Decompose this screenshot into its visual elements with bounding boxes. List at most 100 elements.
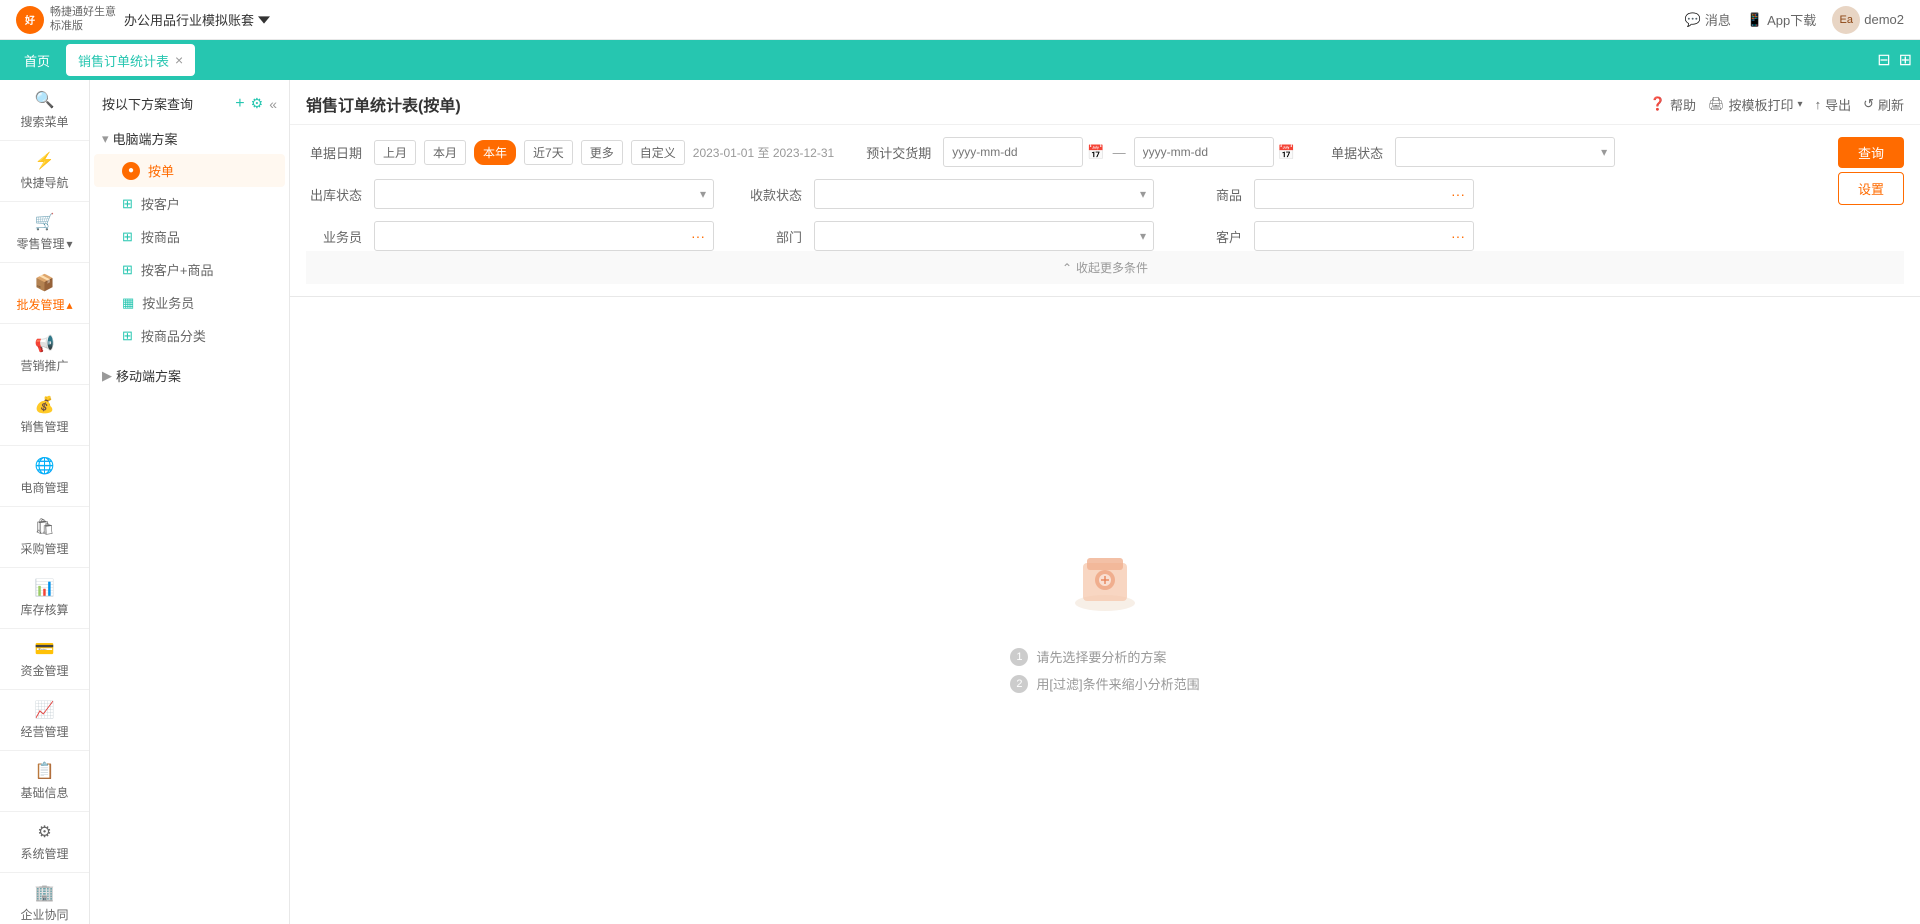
customer-input[interactable]: ··· <box>1254 221 1474 251</box>
salesman-dots-icon[interactable]: ··· <box>691 228 705 244</box>
this-year-btn[interactable]: 本年 <box>474 140 516 165</box>
maximize-icon[interactable]: ⊞ <box>1899 50 1912 70</box>
main-layout: 🔍 搜索菜单 ⚡ 快捷导航 🛒 零售管理 ▾ 📦 批发管理 ▴ 📢 营销推广 <box>0 80 1920 924</box>
sidebar-item-inventory[interactable]: 📊 库存核算 <box>0 568 89 629</box>
message-btn[interactable]: 💬 消息 <box>1685 10 1731 29</box>
date-group: 上月 本月 本年 近7天 更多 自定义 2023-01-01 至 2023-12… <box>374 140 834 165</box>
print-icon: 🖨 <box>1708 96 1725 112</box>
customer-dots-icon[interactable]: ··· <box>1451 228 1465 244</box>
category-icon: ⊞ <box>122 328 133 344</box>
order-icon: ● <box>122 162 140 180</box>
sidebar-item-operations[interactable]: 📈 经营管理 <box>0 690 89 751</box>
tab-home[interactable]: 首页 <box>8 40 66 80</box>
scheme-item-goods[interactable]: ⊞ 按商品 <box>94 220 285 253</box>
receive-status-select[interactable] <box>814 179 1154 209</box>
last-month-btn[interactable]: 上月 <box>374 140 416 165</box>
page-actions: ❓ 帮助 🖨 按模板打印 ▾ ↑ 导出 ↺ 刷新 <box>1650 95 1904 114</box>
refresh-icon: ↺ <box>1863 96 1874 112</box>
marketing-icon: 📢 <box>35 334 55 354</box>
top-bar: 好 畅捷通好生意 标准版 办公用品行业模拟账套 💬 消息 📱 App下载 Ea … <box>0 0 1920 40</box>
collapse-btn[interactable]: ⌃ 收起更多条件 <box>1062 259 1148 276</box>
query-button[interactable]: 查询 <box>1838 137 1904 168</box>
sidebar-item-retail[interactable]: 🛒 零售管理 ▾ <box>0 202 89 263</box>
search-icon: 🔍 <box>35 90 55 110</box>
scheme-item-customer[interactable]: ⊞ 按客户 <box>94 187 285 220</box>
scheme-item-category[interactable]: ⊞ 按商品分类 <box>94 319 285 352</box>
tab-close-icon[interactable]: × <box>175 52 183 68</box>
filter-row-1: 单据日期 上月 本月 本年 近7天 更多 自定义 2023-01-01 至 20… <box>306 137 1822 167</box>
empty-area: 1 请先选择要分析的方案 2 用[过滤]条件来缩小分析范围 <box>290 297 1920 924</box>
customer-label: 客户 <box>1186 227 1242 246</box>
pc-group-header[interactable]: ▾ 电脑端方案 <box>90 123 289 154</box>
tab-active[interactable]: 销售订单统计表 × <box>66 44 195 76</box>
out-status-label: 出库状态 <box>306 185 362 204</box>
salesman-icon: ▦ <box>122 295 134 311</box>
tip-num-2: 2 <box>1010 675 1028 693</box>
settings-scheme-btn[interactable]: ⚙ <box>251 95 264 112</box>
predict-date-start[interactable] <box>943 137 1083 167</box>
empty-tip-2: 2 用[过滤]条件来缩小分析范围 <box>1010 674 1199 693</box>
cg-icon: ⊞ <box>122 262 133 278</box>
refresh-btn[interactable]: ↺ 刷新 <box>1863 95 1904 114</box>
collapse-panel-btn[interactable]: « <box>269 96 277 112</box>
left-panel-actions: + ⚙ « <box>235 95 277 113</box>
receive-status-wrapper: ▾ <box>814 179 1154 209</box>
sidebar: 🔍 搜索菜单 ⚡ 快捷导航 🛒 零售管理 ▾ 📦 批发管理 ▴ 📢 营销推广 <box>0 80 90 924</box>
logo-icon: 好 <box>16 6 44 34</box>
goods-input[interactable]: ··· <box>1254 179 1474 209</box>
sidebar-item-marketing[interactable]: 📢 营销推广 <box>0 324 89 385</box>
logo-text: 畅捷通好生意 标准版 <box>50 6 116 32</box>
pc-scheme-group: ▾ 电脑端方案 ● 按单 ⊞ 按客户 ⊞ 按商品 ⊞ 按客户+商品 <box>90 119 289 356</box>
scheme-item-customer-goods[interactable]: ⊞ 按客户+商品 <box>94 253 285 286</box>
predict-date-end[interactable] <box>1134 137 1274 167</box>
sidebar-item-system[interactable]: ⚙ 系统管理 <box>0 812 89 873</box>
mobile-group-header[interactable]: ▶ 移动端方案 <box>90 360 289 391</box>
sidebar-item-enterprise[interactable]: 🏢 企业协同 <box>0 873 89 924</box>
scheme-item-order[interactable]: ● 按单 <box>94 154 285 187</box>
calendar-icon-2[interactable]: 📅 <box>1278 144 1295 161</box>
user-area[interactable]: Ea demo2 <box>1832 6 1904 34</box>
export-btn[interactable]: ↑ 导出 <box>1815 95 1852 114</box>
export-icon: ↑ <box>1815 97 1822 112</box>
more-btn[interactable]: 更多 <box>581 140 623 165</box>
settings-button[interactable]: 设置 <box>1838 172 1904 205</box>
scheme-item-salesman[interactable]: ▦ 按业务员 <box>94 286 285 319</box>
salesman-input[interactable]: ··· <box>374 221 714 251</box>
filter-collapse[interactable]: ⌃ 收起更多条件 <box>306 251 1904 284</box>
message-icon: 💬 <box>1685 12 1701 28</box>
retail-icon: 🛒 <box>35 212 55 232</box>
purchase-icon: 🛍 <box>34 517 54 537</box>
custom-btn[interactable]: 自定义 <box>631 140 685 165</box>
chevron-up-icon: ▴ <box>66 298 72 312</box>
minimize-icon[interactable]: ⊟ <box>1877 50 1890 70</box>
sidebar-item-search[interactable]: 🔍 搜索菜单 <box>0 80 89 141</box>
dept-select[interactable] <box>814 221 1154 251</box>
filter-row-3: 业务员 ··· 部门 ▾ 客户 <box>306 221 1822 251</box>
sidebar-item-purchase[interactable]: 🛍 采购管理 <box>0 507 89 568</box>
last7d-btn[interactable]: 近7天 <box>524 140 573 165</box>
sidebar-item-finance[interactable]: 💳 资金管理 <box>0 629 89 690</box>
page-title: 销售订单统计表(按单) <box>306 92 461 116</box>
download-btn[interactable]: 📱 App下载 <box>1747 10 1816 29</box>
action-buttons: 查询 设置 <box>1838 137 1904 205</box>
sidebar-item-ecommerce[interactable]: 🌐 电商管理 <box>0 446 89 507</box>
print-btn[interactable]: 🖨 按模板打印 ▾ <box>1708 95 1803 114</box>
workspace-selector[interactable]: 办公用品行业模拟账套 <box>124 10 270 29</box>
out-status-select[interactable] <box>374 179 714 209</box>
status-label: 单据状态 <box>1327 143 1383 162</box>
calendar-icon-1[interactable]: 📅 <box>1087 144 1104 161</box>
chevron-down-icon: ▾ <box>102 131 109 147</box>
sidebar-item-sales[interactable]: 💰 销售管理 <box>0 385 89 446</box>
add-scheme-btn[interactable]: + <box>235 95 244 113</box>
sidebar-item-basics[interactable]: 📋 基础信息 <box>0 751 89 812</box>
this-month-btn[interactable]: 本月 <box>424 140 466 165</box>
system-icon: ⚙ <box>37 822 51 842</box>
help-icon: ❓ <box>1650 96 1666 112</box>
help-btn[interactable]: ❓ 帮助 <box>1650 95 1696 114</box>
goods-dots-icon[interactable]: ··· <box>1451 186 1465 202</box>
status-select[interactable] <box>1395 137 1615 167</box>
sidebar-item-shortcut[interactable]: ⚡ 快捷导航 <box>0 141 89 202</box>
collapse-icon: ⌃ <box>1062 261 1072 275</box>
filter-row-2: 出库状态 ▾ 收款状态 <box>306 179 1822 209</box>
sidebar-item-wholesale[interactable]: 📦 批发管理 ▴ <box>0 263 89 324</box>
